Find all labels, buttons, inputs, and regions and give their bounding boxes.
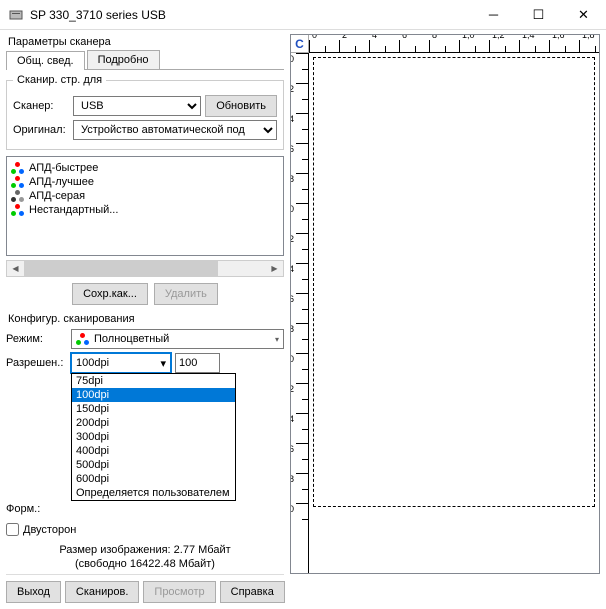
original-label: Оригинал: — [13, 124, 73, 136]
resolution-number-input[interactable] — [175, 353, 220, 373]
chevron-down-icon: ▾ — [275, 335, 279, 344]
dropdown-option[interactable]: 100dpi — [72, 388, 235, 402]
ruler-corner-icon: C — [291, 35, 309, 53]
refresh-button[interactable]: Обновить — [205, 95, 277, 117]
dropdown-option[interactable]: Определяется пользователем — [72, 486, 235, 500]
format-label: Форм.: — [6, 503, 71, 515]
scanner-label: Сканер: — [13, 100, 73, 112]
dropdown-option[interactable]: 75dpi — [72, 374, 235, 388]
duplex-checkbox[interactable] — [6, 523, 19, 536]
rgb-icon — [11, 204, 25, 216]
mode-select[interactable]: Полноцветный ▾ — [71, 329, 284, 349]
scanner-params-label: Параметры сканера — [8, 36, 284, 48]
ruler-horizontal: 024681,01,21,41,61,82,0 — [309, 35, 599, 53]
dropdown-option[interactable]: 400dpi — [72, 444, 235, 458]
resolution-select[interactable]: 100dpi ▾ — [71, 353, 171, 373]
ruler-vertical: 024681012141618202224262830 — [291, 53, 309, 573]
scan-selection-area[interactable] — [313, 57, 595, 507]
resolution-label: Разрешен.: — [6, 357, 71, 369]
titlebar: SP 330_3710 series USB ─ ☐ ✕ — [0, 0, 606, 30]
rgb-icon — [11, 176, 25, 188]
config-legend: Конфигур. сканирования — [8, 313, 284, 325]
close-button[interactable]: ✕ — [561, 0, 606, 29]
scan-page-legend: Сканир. стр. для — [13, 74, 106, 86]
rgb-icon — [11, 162, 25, 174]
window-title: SP 330_3710 series USB — [30, 8, 471, 22]
original-select[interactable]: Устройство автоматической под — [73, 120, 277, 140]
tabs: Общ. свед. Подробно — [6, 50, 284, 70]
list-item[interactable]: Нестандартный... — [11, 203, 279, 217]
maximize-button[interactable]: ☐ — [516, 0, 561, 29]
scroll-right-icon[interactable]: ▶ — [266, 261, 283, 276]
rgb-icon — [76, 333, 90, 345]
tab-general[interactable]: Общ. свед. — [6, 51, 85, 70]
app-icon — [8, 7, 24, 23]
list-item[interactable]: АПД-быстрее — [11, 161, 279, 175]
image-size-info: Размер изображения: 2.77 Мбайт — [6, 544, 284, 556]
dropdown-option[interactable]: 200dpi — [72, 416, 235, 430]
scan-button[interactable]: Сканиров. — [65, 581, 139, 603]
resolution-dropdown[interactable]: 75dpi100dpi150dpi200dpi300dpi400dpi500dp… — [71, 373, 236, 501]
preview-pane: C 024681,01,21,41,61,82,0 02468101214161… — [290, 34, 600, 574]
exit-button[interactable]: Выход — [6, 581, 61, 603]
delete-button[interactable]: Удалить — [154, 283, 218, 305]
free-space-info: (свободно 16422.48 Мбайт) — [6, 558, 284, 570]
list-item[interactable]: АПД-лучшее — [11, 175, 279, 189]
scan-page-group: Сканир. стр. для Сканер: USB Обновить Ор… — [6, 74, 284, 150]
chevron-down-icon: ▾ — [160, 357, 166, 370]
save-as-button[interactable]: Сохр.как... — [72, 283, 148, 305]
window-controls: ─ ☐ ✕ — [471, 0, 606, 29]
dropdown-option[interactable]: 500dpi — [72, 458, 235, 472]
tab-details[interactable]: Подробно — [87, 50, 160, 69]
minimize-button[interactable]: ─ — [471, 0, 516, 29]
list-item[interactable]: АПД-серая — [11, 189, 279, 203]
scroll-thumb[interactable] — [24, 261, 218, 276]
dropdown-option[interactable]: 150dpi — [72, 402, 235, 416]
scroll-track[interactable] — [24, 261, 266, 276]
scroll-left-icon[interactable]: ◀ — [7, 261, 24, 276]
preview-button[interactable]: Просмотр — [143, 581, 215, 603]
profiles-scrollbar[interactable]: ◀ ▶ — [6, 260, 284, 277]
mode-label: Режим: — [6, 333, 71, 345]
profiles-listbox[interactable]: АПД-быстрееАПД-лучшееАПД-сераяНестандарт… — [6, 156, 284, 256]
gray-icon — [11, 190, 25, 202]
dropdown-option[interactable]: 300dpi — [72, 430, 235, 444]
help-button[interactable]: Справка — [220, 581, 285, 603]
dropdown-option[interactable]: 600dpi — [72, 472, 235, 486]
scanner-select[interactable]: USB — [73, 96, 201, 116]
duplex-label: Двусторон — [23, 524, 76, 536]
